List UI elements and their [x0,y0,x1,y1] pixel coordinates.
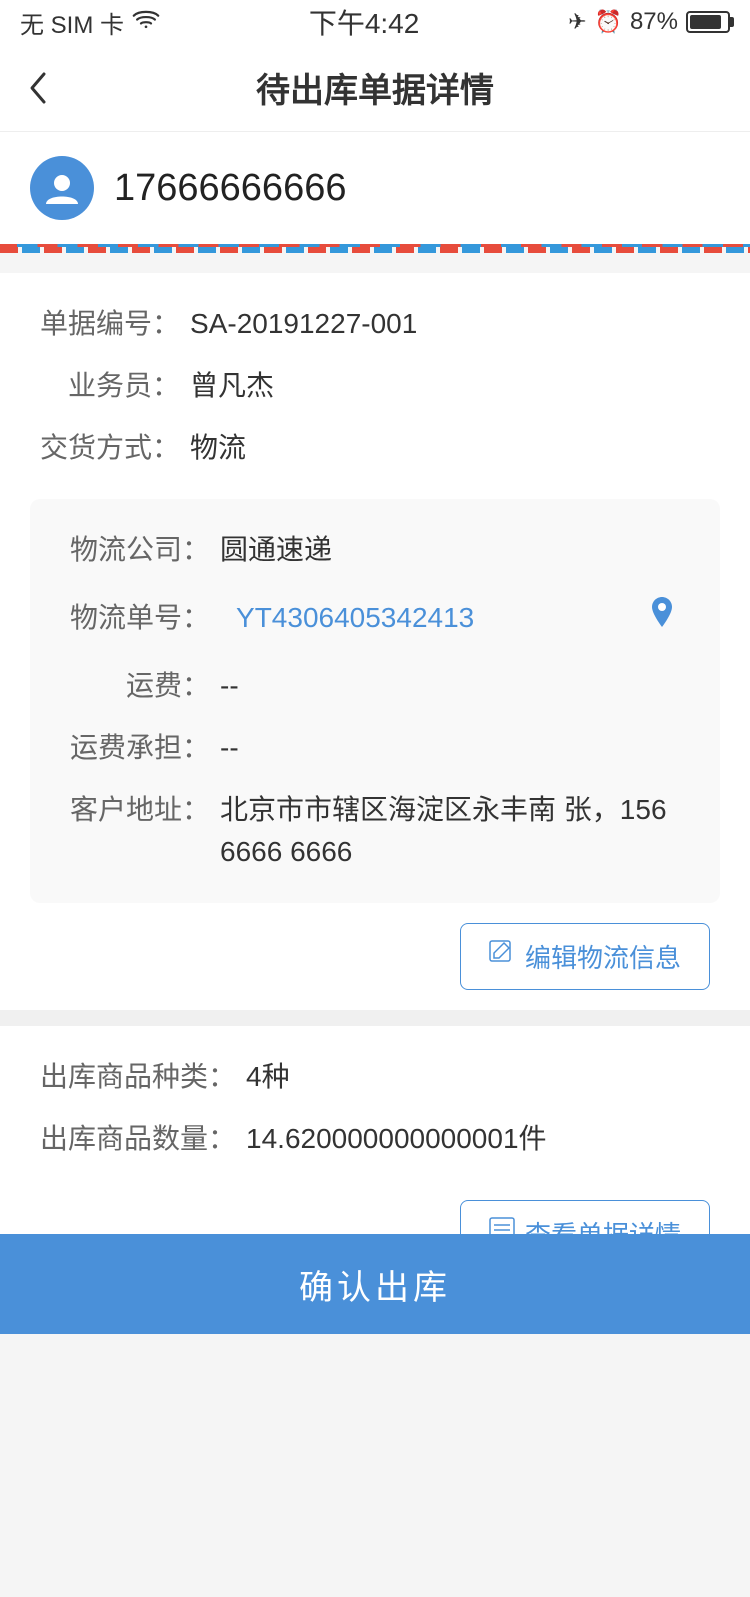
goods-quantity-value: 14.620000000000001件 [236,1118,710,1160]
dashed-divider [0,247,750,253]
salesman-row: 业务员： 曾凡杰 [40,365,710,407]
edit-logistics-area: 编辑物流信息 [0,903,750,1010]
address-value: 北京市市辖区海淀区永丰南 张，156 6666 6666 [210,789,680,873]
goods-types-value: 4种 [236,1056,710,1098]
avatar [30,156,94,220]
freight-value: -- [210,665,680,707]
status-time: 下午4:42 [309,2,420,42]
address-label: 客户地址： [70,789,210,831]
order-info-section: 单据编号： SA-20191227-001 业务员： 曾凡杰 交货方式： 物流 [0,273,750,499]
goods-types-label: 出库商品种类： [40,1056,236,1098]
tracking-value: YT43064053424​13 [226,597,628,639]
address-row: 客户地址： 北京市市辖区海淀区永丰南 张，156 6666 6666 [70,789,680,873]
tracking-row: 物流单号： YT43064053424​13 [70,591,680,645]
salesman-label: 业务员： [40,365,180,407]
delivery-value: 物流 [180,427,710,469]
delivery-label: 交货方式： [40,427,180,469]
battery-percent: 87% [630,8,678,36]
confirm-bar[interactable]: 确认出库 [0,1234,750,1334]
freight-bear-label: 运费承担： [70,727,210,769]
tracking-label: 物流单号： [70,597,210,639]
freight-bear-row: 运费承担： -- [70,727,680,769]
section-separator [0,1010,750,1026]
status-right: ✈ ⏰ 87% [568,8,730,36]
nav-bar: 待出库单据详情 [0,44,750,132]
edit-logistics-button[interactable]: 编辑物流信息 [460,923,710,990]
logistics-company-value: 圆通速递 [210,529,680,571]
status-left: 无 SIM 卡 [20,5,160,40]
goods-section: 出库商品种类： 4种 出库商品数量： 14.620000000000001件 [0,1026,750,1180]
location-status-icon: ✈ [568,9,586,35]
salesman-value: 曾凡杰 [180,365,710,407]
customer-phone: 17666666666 [114,167,346,210]
order-number-label: 单据编号： [40,303,180,345]
logistics-wrapper: 物流公司： 圆通速递 物流单号： YT43064053424​13 运费： --… [0,499,750,903]
status-bar: 无 SIM 卡 下午4:42 ✈ ⏰ 87% [0,0,750,44]
confirm-button-label: 确认出库 [299,1260,451,1309]
goods-quantity-label: 出库商品数量： [40,1118,236,1160]
battery-icon [686,11,730,33]
back-button[interactable] [24,66,52,110]
goods-quantity-row: 出库商品数量： 14.620000000000001件 [40,1118,710,1160]
freight-label: 运费： [70,665,210,707]
freight-row: 运费： -- [70,665,680,707]
delivery-row: 交货方式： 物流 [40,427,710,469]
logistics-company-label: 物流公司： [70,529,210,571]
logistics-company-row: 物流公司： 圆通速递 [70,529,680,571]
freight-bear-value: -- [210,727,680,769]
carrier-label: 无 SIM 卡 [20,5,124,40]
order-number-row: 单据编号： SA-20191227-001 [40,303,710,345]
edit-icon [489,940,515,973]
alarm-icon: ⏰ [595,9,622,35]
wifi-icon [132,8,160,36]
goods-types-row: 出库商品种类： 4种 [40,1056,710,1098]
battery-fill [690,15,721,29]
logistics-card: 物流公司： 圆通速递 物流单号： YT43064053424​13 运费： --… [30,499,720,903]
page-title: 待出库单据详情 [256,63,494,112]
order-number-value: SA-20191227-001 [180,303,710,345]
customer-header: 17666666666 [0,132,750,247]
map-pin-icon[interactable] [644,591,680,645]
edit-logistics-label: 编辑物流信息 [525,938,681,975]
